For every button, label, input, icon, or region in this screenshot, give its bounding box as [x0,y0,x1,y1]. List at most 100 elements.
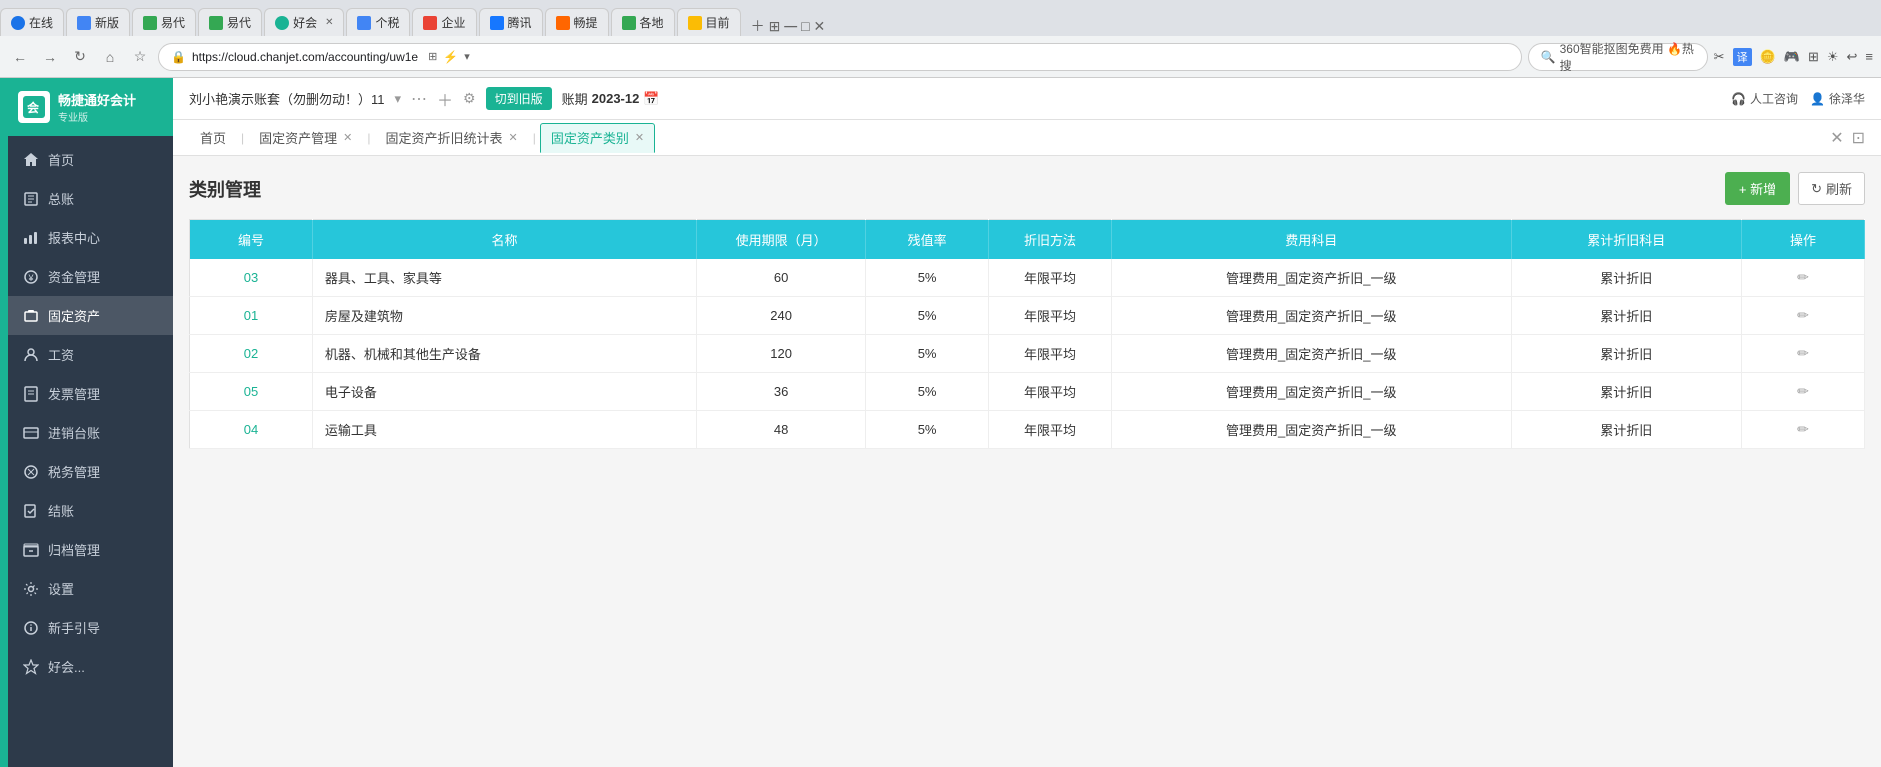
tab-close-icon[interactable]: ✕ [325,17,333,28]
tab-asset-mgmt-close[interactable]: ✕ [343,131,352,144]
user-area[interactable]: 👤 徐泽华 [1810,90,1865,107]
sidebar-item-ledger[interactable]: 总账 [8,179,173,218]
cell-id[interactable]: 03 [190,259,313,297]
browser-tab-changti[interactable]: 畅提 [545,8,609,36]
tab-home[interactable]: 首页 [189,123,237,153]
new-tab-btn[interactable]: ＋ [751,16,765,36]
edit-icon[interactable]: ✏ [1797,307,1809,323]
sidebar-item-money[interactable]: ¥ 资金管理 [8,257,173,296]
history-icon[interactable]: ↩ [1847,49,1858,65]
switch-old-version-button[interactable]: 切到旧版 [486,87,552,110]
theme-icon[interactable]: ☀ [1827,49,1839,65]
tab-asset-category-close[interactable]: ✕ [635,131,644,144]
tab-depreciation-stat[interactable]: 固定资产折旧统计表 ✕ [375,123,529,153]
browser-tab-haohui[interactable]: 好会 ✕ [264,8,344,36]
calendar-icon[interactable]: 📅 [643,91,659,107]
back-button[interactable]: ← [8,45,32,69]
sidebar-item-star[interactable]: 好会... [8,647,173,686]
tax-icon [22,463,40,481]
cell-id[interactable]: 01 [190,297,313,335]
edit-icon[interactable]: ✏ [1797,383,1809,399]
tab-asset-mgmt-label: 固定资产管理 [259,128,337,147]
minimize-btn[interactable]: ─ [784,17,797,35]
sidebar-item-archive[interactable]: 归档管理 [8,530,173,569]
svg-text:会: 会 [27,100,40,115]
edit-icon[interactable]: ✏ [1797,345,1809,361]
table-row: 04 运输工具 48 5% 年限平均 管理费用_固定资产折旧_一级 累计折旧 ✏ [190,411,1865,449]
edit-icon[interactable]: ✏ [1797,269,1809,285]
expand-icon[interactable]: ▾ [464,50,470,63]
window-close-icon[interactable]: ✕ [1830,128,1843,148]
translate-icon[interactable]: 译 [1733,48,1752,66]
tab-asset-mgmt[interactable]: 固定资产管理 ✕ [248,123,363,153]
refresh-icon: ↻ [1811,181,1822,197]
logo-title: 畅捷通好会计 [58,90,136,109]
sidebar-item-stock[interactable]: 进销台账 [8,413,173,452]
search-box[interactable]: 🔍 360智能抠图免费用 🔥热搜 [1528,43,1708,71]
sidebar-item-home[interactable]: 首页 [8,140,173,179]
dropdown-arrow-icon[interactable]: ▾ [395,91,402,107]
cell-expense: 管理费用_固定资产折旧_一级 [1111,259,1511,297]
forward-button[interactable]: → [38,45,62,69]
sidebar-item-label: 报表中心 [48,228,100,247]
headset-icon: 🎧 [1731,92,1746,106]
sidebar-item-invoice[interactable]: 发票管理 [8,374,173,413]
coupon-icon[interactable]: 🪙 [1760,49,1776,65]
reload-button[interactable]: ↻ [68,45,92,69]
home-button[interactable]: ⌂ [98,45,122,69]
cell-months: 60 [697,259,866,297]
add-account-icon[interactable]: ＋ [437,87,453,111]
contact-button[interactable]: 🎧 人工咨询 [1731,90,1798,107]
cell-id[interactable]: 04 [190,411,313,449]
bookmark-button[interactable]: ☆ [128,45,152,69]
edit-icon[interactable]: ✏ [1797,421,1809,437]
settings-account-icon[interactable]: ⚙ [463,90,476,107]
browser-tab-muqian[interactable]: 目前 [677,8,741,36]
sidebar-item-closebook[interactable]: 结账 [8,491,173,530]
cell-rate: 5% [866,411,989,449]
cell-id[interactable]: 05 [190,373,313,411]
sidebar-item-asset[interactable]: 固定资产 [8,296,173,335]
tab-asset-category[interactable]: 固定资产类别 ✕ [540,123,655,153]
browser-tab-tencent[interactable]: 腾讯 [479,8,543,36]
sidebar-item-label: 工资 [48,345,74,364]
cell-id[interactable]: 02 [190,335,313,373]
window-expand-icon[interactable]: ⊡ [1852,128,1865,148]
sidebar-item-settings[interactable]: 设置 [8,569,173,608]
browser-tab-qiye[interactable]: 企业 [412,8,476,36]
table-row: 02 机器、机械和其他生产设备 120 5% 年限平均 管理费用_固定资产折旧_… [190,335,1865,373]
browser-tab-gedi[interactable]: 各地 [611,8,675,36]
table-row: 03 器具、工具、家具等 60 5% 年限平均 管理费用_固定资产折旧_一级 累… [190,259,1865,297]
cut-icon[interactable]: ✂ [1714,49,1725,65]
header-left: 刘小艳演示账套（勿删勿动！）11 ▾ ⋯ ＋ ⚙ 切到旧版 账期 2023-12… [189,87,660,111]
cell-accu: 累计折旧 [1511,335,1742,373]
user-icon: 👤 [1810,92,1825,106]
close-window-btn[interactable]: ✕ [814,18,826,35]
sidebar-item-wage[interactable]: 工资 [8,335,173,374]
tab-menu-btn[interactable]: ⊞ [769,18,781,35]
grid-icon[interactable]: ⊞ [1808,49,1819,65]
add-button[interactable]: + 新增 [1725,172,1790,205]
address-input[interactable]: 🔒 https://cloud.chanjet.com/accounting/u… [158,43,1522,71]
cell-rate: 5% [866,297,989,335]
game-icon[interactable]: 🎮 [1784,49,1800,65]
sidebar-item-guide[interactable]: 新手引导 [8,608,173,647]
cell-months: 48 [697,411,866,449]
browser-tab-yidai1[interactable]: 易代 [132,8,196,36]
browser-tab-online[interactable]: 在线 [0,8,64,36]
page-body: 类别管理 + 新增 ↻ 刷新 编号 名称 使用期限（月） 残值率 [173,156,1881,767]
browser-tab-yidai2[interactable]: 易代 [198,8,262,36]
maximize-btn[interactable]: □ [801,18,809,34]
cell-method: 年限平均 [989,373,1112,411]
sidebar-item-report[interactable]: 报表中心 [8,218,173,257]
tab-home-label: 首页 [200,128,226,147]
browser-tab-geshuui[interactable]: 个税 [346,8,410,36]
tab-depreciation-stat-close[interactable]: ✕ [509,131,518,144]
site-info-icon[interactable]: ⊞ [428,50,437,63]
sidebar-item-tax[interactable]: 税务管理 [8,452,173,491]
menu-icon[interactable]: ≡ [1865,49,1873,64]
refresh-button[interactable]: ↻ 刷新 [1798,172,1865,205]
account-menu-icon[interactable]: ⋯ [411,89,427,109]
browser-tab-new[interactable]: 新版 [66,8,130,36]
lock-icon: 🔒 [171,50,186,64]
